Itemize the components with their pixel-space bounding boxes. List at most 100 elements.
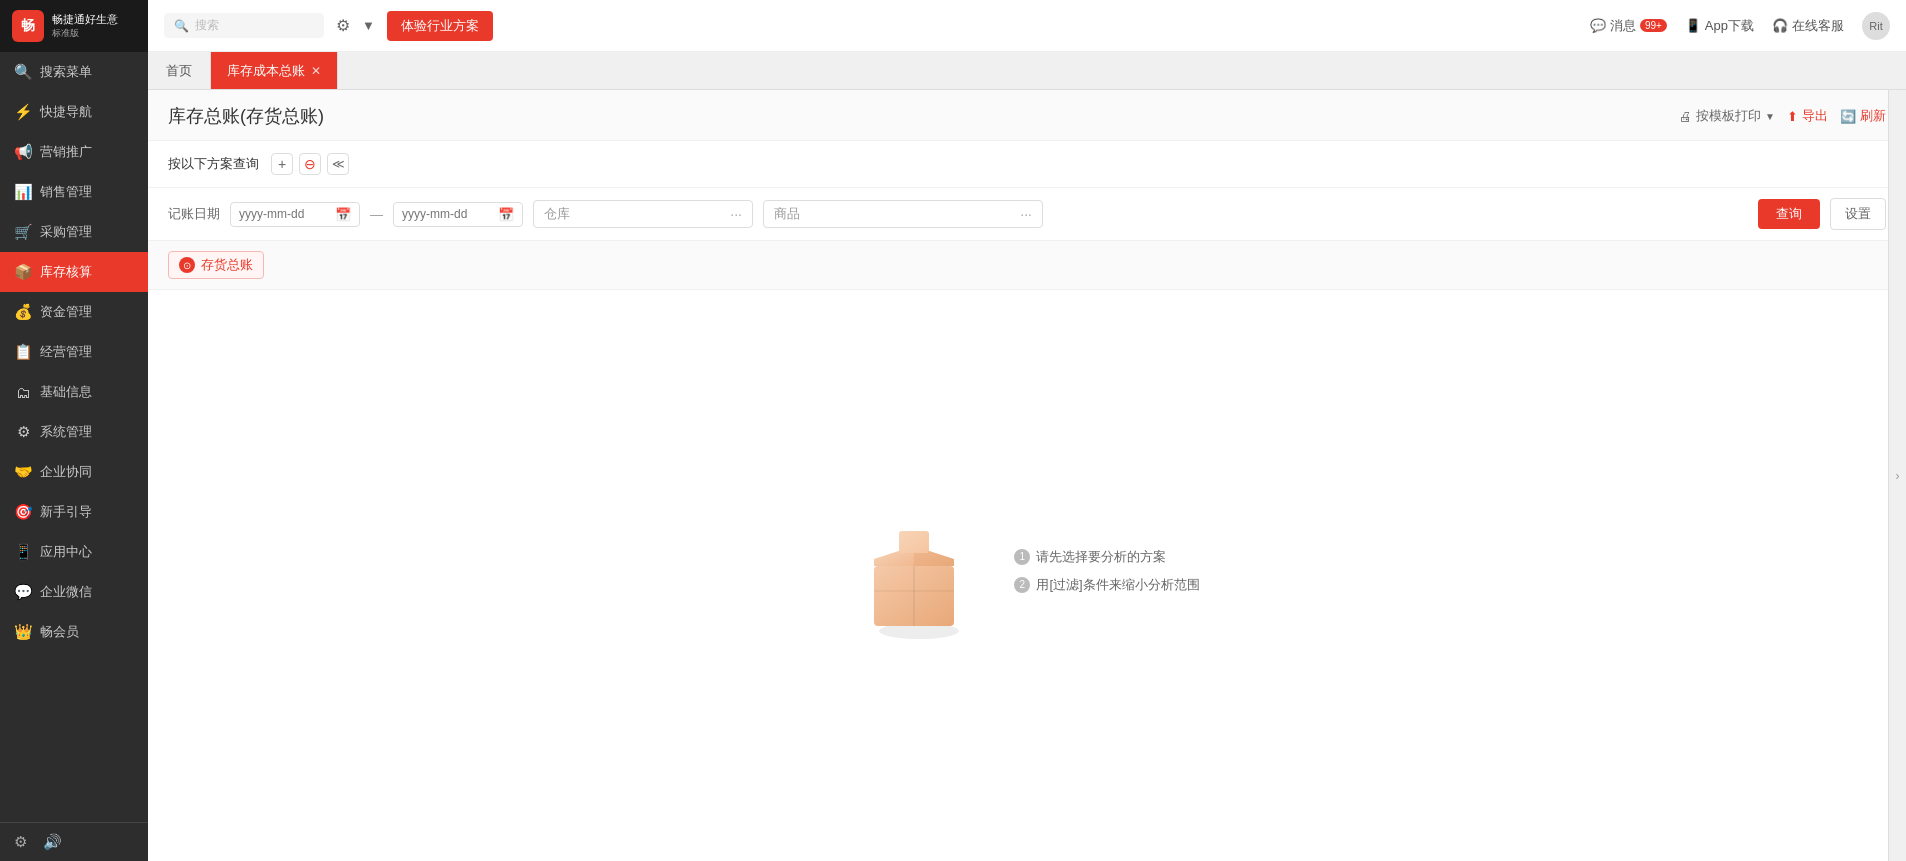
guide-icon: 🎯 — [14, 503, 32, 521]
product-select[interactable]: 商品 ··· — [763, 200, 1043, 228]
wechat-icon: 💬 — [14, 583, 32, 601]
sidebar-item-system[interactable]: ⚙ 系统管理 — [0, 412, 148, 452]
page-actions: 🖨 按模板打印 ▼ ⬆ 导出 🔄 刷新 — [1679, 107, 1886, 125]
query-bar: 记账日期 📅 — 📅 仓库 ··· 商品 ··· 查询 设置 — [148, 188, 1906, 241]
scheme-icon: ⊙ — [179, 257, 195, 273]
topbar-search-box[interactable]: 🔍 搜索 — [164, 13, 324, 38]
filter-remove-button[interactable]: ⊖ — [299, 153, 321, 175]
sidebar-item-label: 新手引导 — [40, 503, 92, 521]
audio-icon[interactable]: 🔊 — [43, 833, 62, 851]
logo-icon: 畅 — [12, 10, 44, 42]
message-item[interactable]: 💬 消息 99+ — [1590, 17, 1667, 35]
filter-label: 按以下方案查询 — [168, 155, 259, 173]
query-button[interactable]: 查询 — [1758, 199, 1820, 229]
sidebar-item-shortcut[interactable]: ⚡ 快捷导航 — [0, 92, 148, 132]
topbar: 🔍 搜索 ⚙ ▼ 体验行业方案 💬 消息 99+ 📱 App下载 🎧 在线客服 … — [148, 0, 1906, 52]
sidebar-item-label: 搜索菜单 — [40, 63, 92, 81]
date-separator: — — [370, 207, 383, 222]
scheme-label: 存货总账 — [201, 256, 253, 274]
main-area: 🔍 搜索 ⚙ ▼ 体验行业方案 💬 消息 99+ 📱 App下载 🎧 在线客服 … — [148, 0, 1906, 861]
logo-sub: 标准版 — [52, 27, 118, 40]
calendar-icon: 📅 — [335, 207, 351, 222]
filter-actions: + ⊖ ≪ — [271, 153, 349, 175]
settings-gear-icon[interactable]: ⚙ — [336, 16, 350, 35]
sidebar-item-label: 畅会员 — [40, 623, 79, 641]
product-more-icon[interactable]: ··· — [1020, 206, 1032, 222]
sidebar-item-inventory[interactable]: 📦 库存核算 — [0, 252, 148, 292]
right-panel-toggle[interactable]: › — [1888, 90, 1906, 861]
filter-add-button[interactable]: + — [271, 153, 293, 175]
logo: 畅 畅捷通好生意 标准版 — [0, 0, 148, 52]
tab-inventory-cost-label: 库存成本总账 — [227, 62, 305, 80]
date-start-input[interactable]: 📅 — [230, 202, 360, 227]
sidebar-item-enterprise[interactable]: 🤝 企业协同 — [0, 452, 148, 492]
date-label: 记账日期 — [168, 205, 220, 223]
empty-illustration — [854, 511, 984, 641]
filter-collapse-button[interactable]: ≪ — [327, 153, 349, 175]
system-icon: ⚙ — [14, 423, 32, 441]
warehouse-more-icon[interactable]: ··· — [730, 206, 742, 222]
product-label: 商品 — [774, 205, 800, 223]
sidebar-item-label: 销售管理 — [40, 183, 92, 201]
sidebar: 畅 畅捷通好生意 标准版 🔍 搜索菜单 ⚡ 快捷导航 📢 营销推广 📊 销售管理… — [0, 0, 148, 861]
sidebar-item-label: 经营管理 — [40, 343, 92, 361]
export-label: 导出 — [1802, 107, 1828, 125]
search-icon: 🔍 — [14, 63, 32, 81]
tab-home[interactable]: 首页 — [148, 52, 211, 89]
phone-icon: 📱 — [1685, 18, 1701, 33]
tab-home-label: 首页 — [166, 62, 192, 80]
tabs-bar: 首页 库存成本总账 ✕ — [148, 52, 1906, 90]
sidebar-item-search[interactable]: 🔍 搜索菜单 — [0, 52, 148, 92]
settings-bottom-icon[interactable]: ⚙ — [14, 833, 27, 851]
online-service-item[interactable]: 🎧 在线客服 — [1772, 17, 1844, 35]
settings-button[interactable]: 设置 — [1830, 198, 1886, 230]
empty-svg — [854, 511, 984, 641]
calendar-end-icon: 📅 — [498, 207, 514, 222]
trial-button[interactable]: 体验行业方案 — [387, 11, 493, 41]
date-end-input[interactable]: 📅 — [393, 202, 523, 227]
print-button[interactable]: 🖨 按模板打印 ▼ — [1679, 107, 1775, 125]
app-download-item[interactable]: 📱 App下载 — [1685, 17, 1754, 35]
sidebar-item-label: 库存核算 — [40, 263, 92, 281]
sidebar-item-purchase[interactable]: 🛒 采购管理 — [0, 212, 148, 252]
warehouse-select[interactable]: 仓库 ··· — [533, 200, 753, 228]
sidebar-item-apps[interactable]: 📱 应用中心 — [0, 532, 148, 572]
app-download-label: App下载 — [1705, 17, 1754, 35]
sidebar-item-label: 系统管理 — [40, 423, 92, 441]
sidebar-item-label: 企业协同 — [40, 463, 92, 481]
sidebar-item-wechat[interactable]: 💬 企业微信 — [0, 572, 148, 612]
sidebar-item-member[interactable]: 👑 畅会员 — [0, 612, 148, 652]
sidebar-item-guide[interactable]: 🎯 新手引导 — [0, 492, 148, 532]
refresh-button[interactable]: 🔄 刷新 — [1840, 107, 1886, 125]
sidebar-item-finance[interactable]: 💰 资金管理 — [0, 292, 148, 332]
topbar-chevron-icon[interactable]: ▼ — [362, 18, 375, 33]
svg-rect-6 — [899, 531, 929, 553]
date-end-field[interactable] — [402, 207, 492, 221]
sidebar-item-label: 企业微信 — [40, 583, 92, 601]
scheme-item[interactable]: ⊙ 存货总账 — [168, 251, 264, 279]
print-label: 按模板打印 — [1696, 107, 1761, 125]
sidebar-item-marketing[interactable]: 📢 营销推广 — [0, 132, 148, 172]
tab-close-icon[interactable]: ✕ — [311, 64, 321, 78]
empty-steps: 1 请先选择要分析的方案 2 用[过滤]条件来缩小分析范围 — [1014, 548, 1199, 604]
online-service-label: 在线客服 — [1792, 17, 1844, 35]
sidebar-item-basic[interactable]: 🗂 基础信息 — [0, 372, 148, 412]
scheme-selector: ⊙ 存货总账 — [148, 241, 1906, 290]
sidebar-item-operations[interactable]: 📋 经营管理 — [0, 332, 148, 372]
date-start-field[interactable] — [239, 207, 329, 221]
purchase-icon: 🛒 — [14, 223, 32, 241]
print-chevron-icon: ▼ — [1765, 111, 1775, 122]
search-placeholder: 搜索 — [195, 17, 219, 34]
warehouse-label: 仓库 — [544, 205, 570, 223]
sidebar-item-sales[interactable]: 📊 销售管理 — [0, 172, 148, 212]
user-avatar[interactable]: Rit — [1862, 12, 1890, 40]
tab-inventory-cost[interactable]: 库存成本总账 ✕ — [211, 52, 338, 89]
page-header: 库存总账(存货总账) 🖨 按模板打印 ▼ ⬆ 导出 🔄 刷新 — [148, 90, 1906, 141]
empty-inner: 1 请先选择要分析的方案 2 用[过滤]条件来缩小分析范围 — [854, 511, 1199, 641]
logo-name: 畅捷通好生意 — [52, 12, 118, 27]
export-icon: ⬆ — [1787, 109, 1798, 124]
operations-icon: 📋 — [14, 343, 32, 361]
step-2-text: 用[过滤]条件来缩小分析范围 — [1036, 576, 1199, 594]
export-button[interactable]: ⬆ 导出 — [1787, 107, 1828, 125]
enterprise-icon: 🤝 — [14, 463, 32, 481]
